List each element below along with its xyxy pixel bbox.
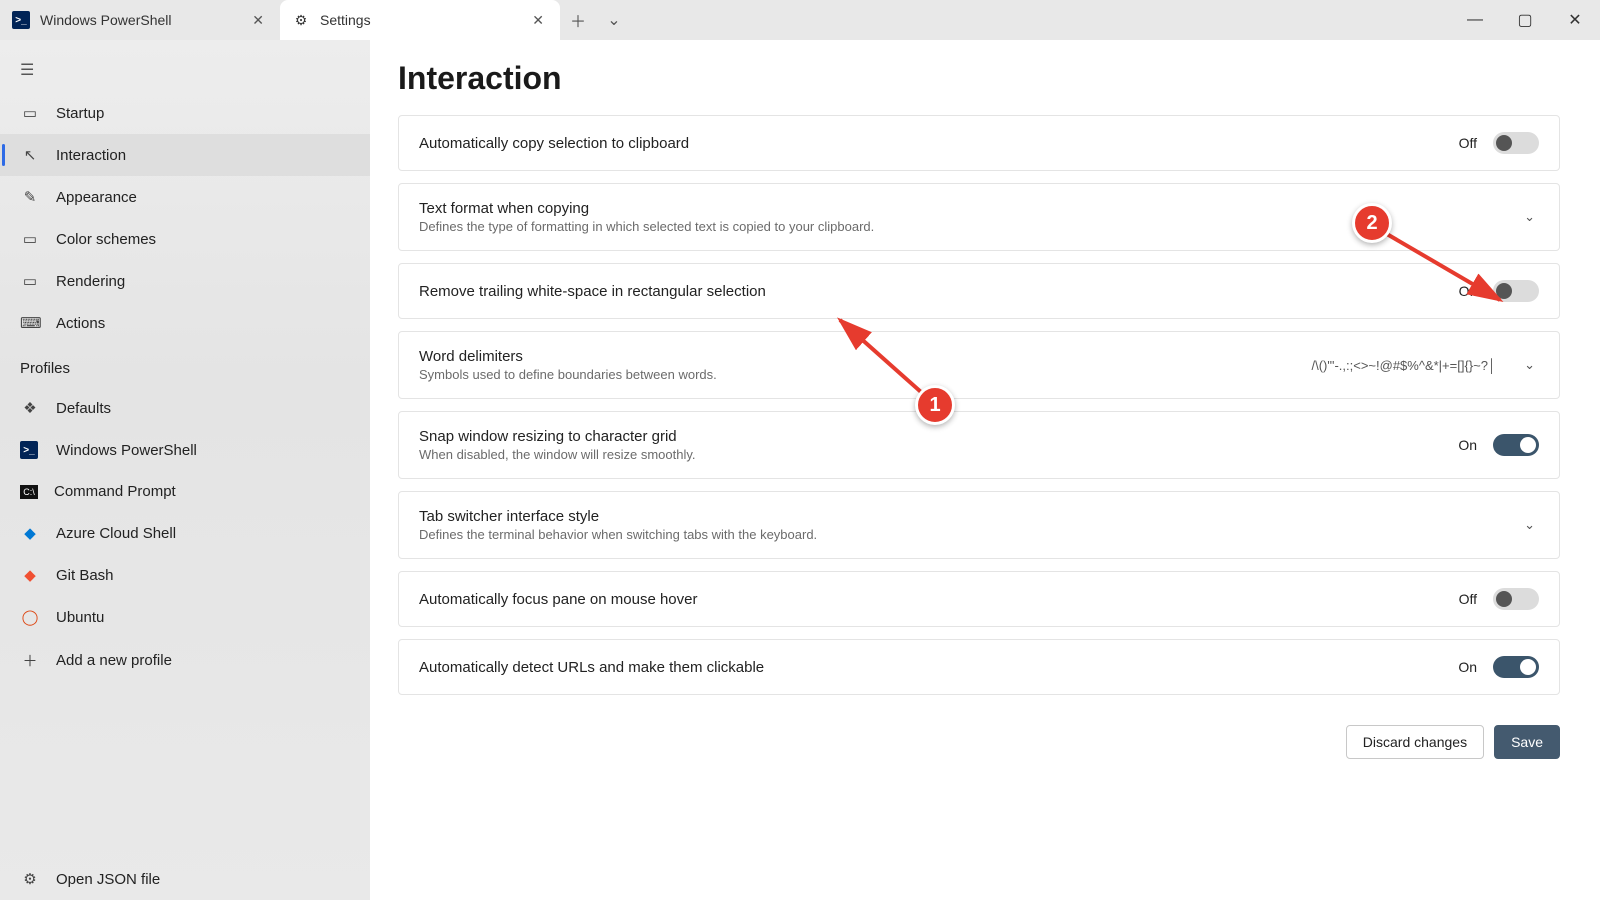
annotation-arrows <box>0 0 1600 900</box>
